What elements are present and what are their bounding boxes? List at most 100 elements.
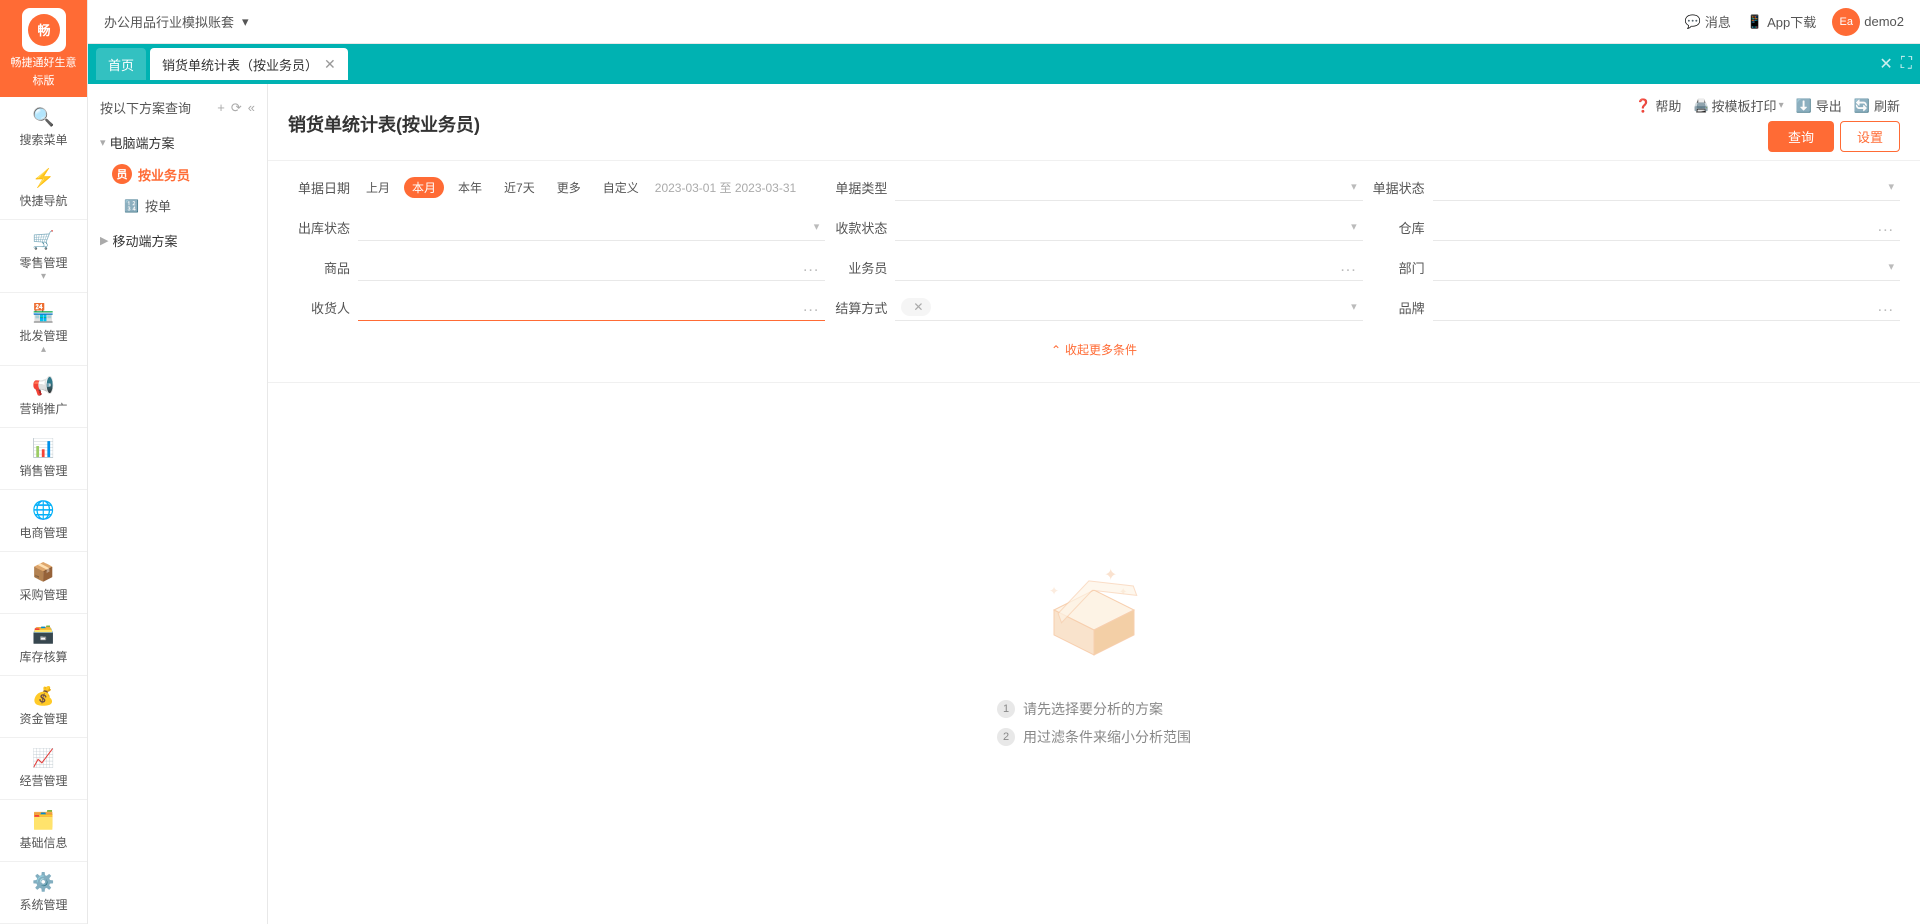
user-menu[interactable]: Ea demo2 — [1832, 8, 1904, 36]
doc-type-select[interactable]: ▾ — [895, 173, 1362, 201]
svg-text:✦: ✦ — [1049, 584, 1059, 598]
svg-text:✦: ✦ — [1104, 567, 1117, 584]
receipt-status-label: 收款状态 — [825, 218, 895, 237]
svg-text:畅: 畅 — [37, 23, 50, 38]
department-label: 部门 — [1363, 258, 1433, 277]
filter-receiver: 收货人 ... — [288, 293, 825, 321]
sidebar-item-system[interactable]: ⚙️ 系统管理 — [0, 862, 87, 924]
payment-input[interactable]: ✕ ▾ — [895, 293, 1362, 321]
salesperson-schema-icon: 员 — [112, 164, 132, 184]
tip-text-1: 请先选择要分析的方案 — [1023, 699, 1163, 719]
refresh-schema-button[interactable]: ⟳ — [231, 100, 242, 116]
collapse-panel-button[interactable]: « — [248, 100, 255, 116]
tab-expand-icon[interactable]: ⛶ — [1901, 55, 1912, 73]
out-status-select[interactable]: ▾ — [358, 213, 825, 241]
receipt-status-select[interactable]: ▾ — [895, 213, 1362, 241]
purchase-icon: 📦 — [32, 562, 54, 583]
sidebar-item-basic[interactable]: 🗂️ 基础信息 — [0, 800, 87, 862]
filter-warehouse: 仓库 ... — [1363, 213, 1900, 241]
tab-close-icon[interactable]: ✕ — [324, 57, 336, 71]
sidebar-item-retail[interactable]: 🛒 零售管理 ▾ — [0, 220, 87, 293]
date-tab-lastmonth[interactable]: 上月 — [358, 177, 398, 198]
date-tab-more[interactable]: 更多 — [549, 177, 589, 198]
date-tab-thisyear[interactable]: 本年 — [450, 177, 490, 198]
ecommerce-label: 电商管理 — [19, 524, 67, 541]
sidebar-item-finance[interactable]: 💰 资金管理 — [0, 676, 87, 738]
date-tab-custom[interactable]: 自定义 — [595, 177, 647, 198]
refresh-button[interactable]: 🔄 刷新 — [1854, 96, 1900, 115]
empty-state-tip-1: 1 请先选择要分析的方案 — [997, 699, 1191, 719]
export-button[interactable]: ⬇️ 导出 — [1796, 96, 1842, 115]
header-right: 💬 消息 📱 App下载 Ea demo2 — [1685, 8, 1904, 36]
msg-button[interactable]: 💬 消息 — [1685, 12, 1731, 31]
print-button[interactable]: 🖨️ 按模板打印 ▾ — [1693, 96, 1783, 115]
tab-home[interactable]: 首页 — [96, 48, 146, 80]
payment-tag: ✕ — [901, 298, 931, 316]
schema-item-by-salesperson[interactable]: 员 按业务员 — [88, 158, 267, 190]
sidebar-item-quicknav[interactable]: ⚡ 快捷导航 — [0, 158, 87, 220]
filter-salesperson: 业务员 ... — [825, 253, 1362, 281]
sidebar-item-ecommerce[interactable]: 🌐 电商管理 — [0, 490, 87, 552]
filter-row-3: 商品 ... 业务员 ... 部门 — [288, 253, 1900, 281]
sidebar-item-marketing[interactable]: 📢 营销推广 — [0, 366, 87, 428]
sales-icon: 📊 — [32, 438, 54, 459]
receiver-input[interactable]: ... — [358, 293, 825, 321]
help-icon: ❓ — [1635, 98, 1651, 114]
filter-payment: 结算方式 ✕ ▾ — [825, 293, 1362, 321]
purchase-label: 采购管理 — [19, 586, 67, 603]
brand-input[interactable]: ... — [1433, 293, 1900, 321]
schema-item-by-order[interactable]: 🔢 按单 — [88, 190, 267, 221]
main-content: 办公用品行业模拟账套 ▾ 💬 消息 📱 App下载 Ea demo2 首页 — [88, 0, 1920, 924]
breadcrumb-arrow[interactable]: ▾ — [242, 14, 249, 30]
query-button[interactable]: 查询 — [1768, 121, 1834, 152]
date-label: 单据日期 — [288, 178, 358, 197]
out-status-arrow: ▾ — [814, 220, 820, 233]
sales-label: 销售管理 — [19, 462, 67, 479]
receipt-status-arrow: ▾ — [1351, 220, 1357, 233]
sidebar-logo-text: 畅捷通好生意 — [11, 56, 77, 70]
empty-state-tip-2: 2 用过滤条件来缩小分析范围 — [997, 727, 1191, 747]
app-download-button[interactable]: 📱 App下载 — [1747, 12, 1816, 31]
add-schema-button[interactable]: + — [217, 100, 225, 116]
logo-icon: 畅 — [22, 8, 66, 52]
collapse-button[interactable]: ⌃ 收起更多条件 — [1039, 337, 1149, 362]
tab-sales-stat[interactable]: 销货单统计表（按业务员） ✕ — [150, 48, 348, 80]
sidebar-item-operations[interactable]: 📈 经营管理 — [0, 738, 87, 800]
filter-brand: 品牌 ... — [1363, 293, 1900, 321]
department-select[interactable]: ▾ — [1433, 253, 1900, 281]
doc-status-select[interactable]: ▾ — [1433, 173, 1900, 201]
salesperson-label: 业务员 — [825, 258, 895, 277]
sidebar-item-purchase[interactable]: 📦 采购管理 — [0, 552, 87, 614]
sidebar-item-sales[interactable]: 📊 销售管理 — [0, 428, 87, 490]
sidebar-search[interactable]: 🔍 搜索菜单 — [15, 97, 71, 158]
empty-state: ✦ ✦ ✦ 1 请先选择要分析的方案 2 用过滤条件来缩小分析范围 — [268, 383, 1920, 924]
doc-type-label: 单据类型 — [825, 178, 895, 197]
refresh-label: 刷新 — [1874, 96, 1900, 115]
doc-status-arrow: ▾ — [1888, 180, 1894, 193]
sidebar-item-wholesale[interactable]: 🏪 批发管理 ▴ — [0, 293, 87, 366]
basic-icon: 🗂️ — [32, 810, 54, 831]
date-tab-last7days[interactable]: 近7天 — [496, 177, 543, 198]
salesperson-input[interactable]: ... — [895, 253, 1362, 281]
payment-tag-close[interactable]: ✕ — [913, 300, 923, 314]
date-tabs: 上月 本月 本年 近7天 更多 自定义 — [358, 177, 647, 198]
wholesale-arrow: ▴ — [41, 344, 46, 355]
settings-button[interactable]: 设置 — [1840, 121, 1900, 152]
top-header: 办公用品行业模拟账套 ▾ 💬 消息 📱 App下载 Ea demo2 — [88, 0, 1920, 44]
help-button[interactable]: ❓ 帮助 — [1635, 96, 1681, 115]
goods-input[interactable]: ... — [358, 253, 825, 281]
schema-group-mobile-toggle[interactable]: ▶ 移动端方案 — [88, 225, 267, 256]
warehouse-input[interactable]: ... — [1433, 213, 1900, 241]
payment-arrow: ▾ — [1351, 300, 1357, 313]
quicknav-label: 快捷导航 — [19, 192, 67, 209]
search-label: 搜索菜单 — [19, 131, 67, 148]
finance-label: 资金管理 — [19, 710, 67, 727]
collapse-bar: ⌃ 收起更多条件 — [288, 333, 1900, 370]
sidebar-item-inventory[interactable]: 🗃️ 库存核算 — [0, 614, 87, 676]
date-tab-thismonth[interactable]: 本月 — [404, 177, 444, 198]
print-label: 按模板打印 — [1712, 96, 1777, 115]
inventory-icon: 🗃️ — [32, 624, 54, 645]
schema-group-desktop-toggle[interactable]: ▾ 电脑端方案 — [88, 127, 267, 158]
tab-close-all-icon[interactable]: ✕ — [1879, 54, 1892, 74]
tab-home-label: 首页 — [108, 55, 134, 74]
